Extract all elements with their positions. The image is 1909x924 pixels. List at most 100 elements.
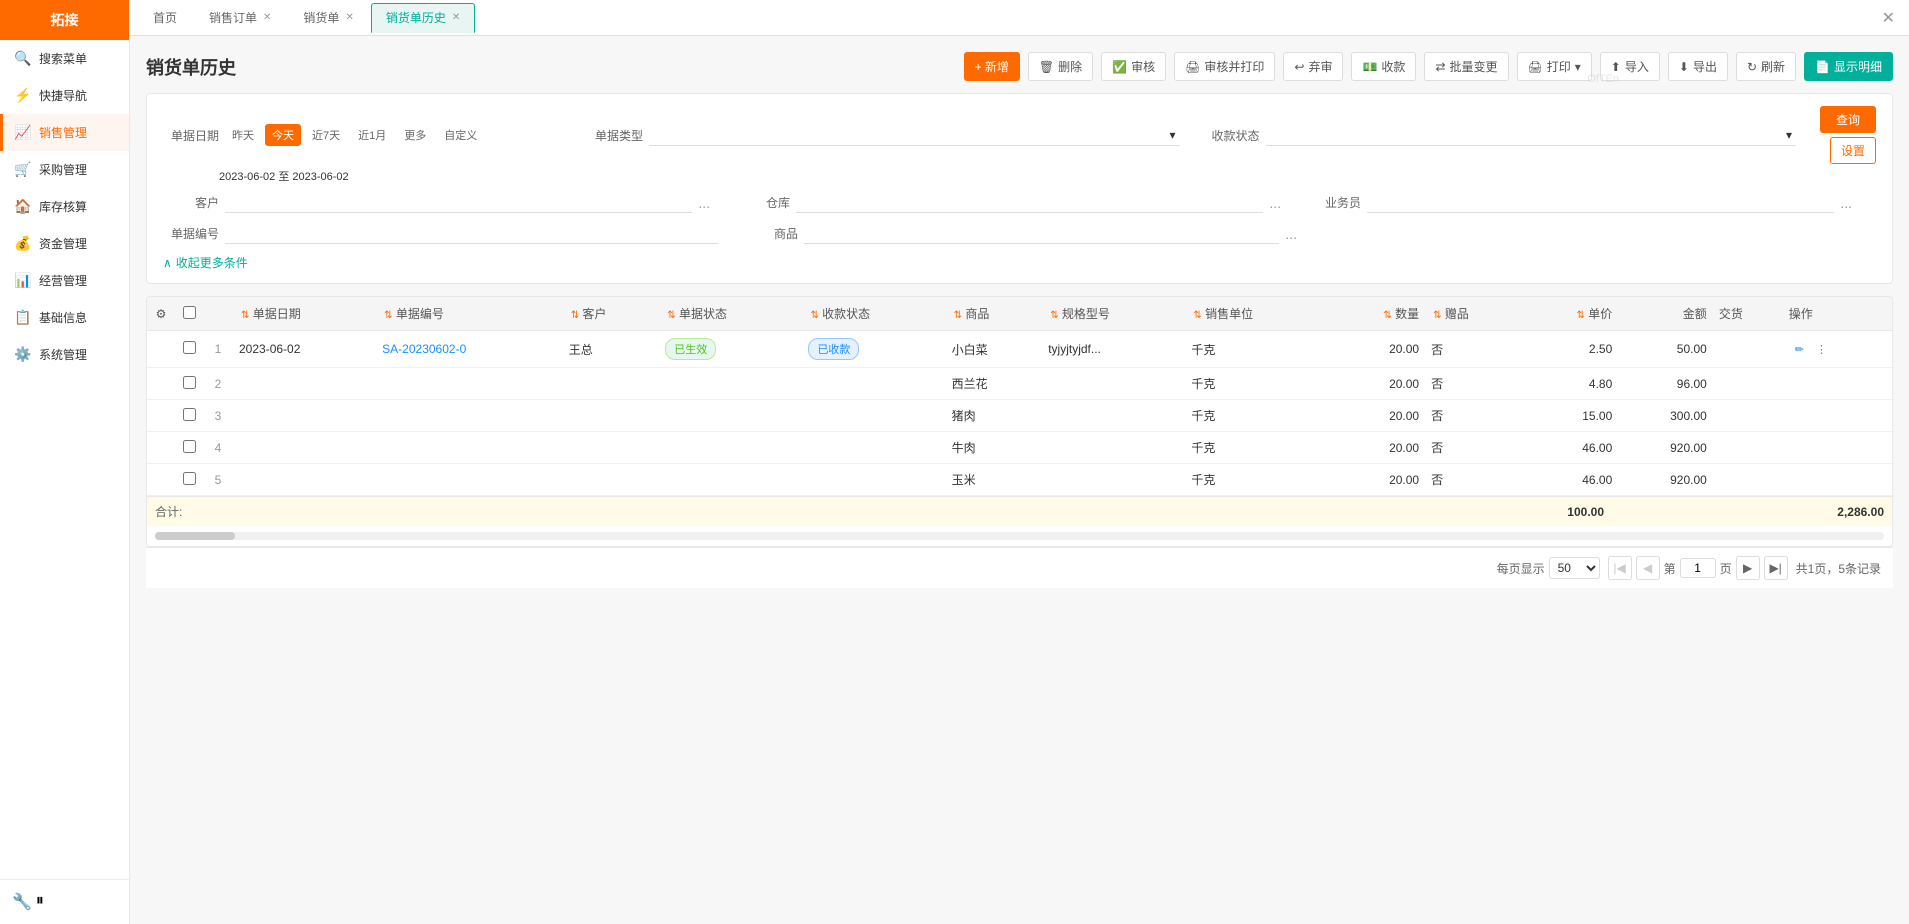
row-checkbox[interactable]: [175, 464, 203, 496]
first-page-button[interactable]: |◀: [1608, 556, 1632, 580]
col-qty[interactable]: ⇅ 数量: [1329, 297, 1426, 331]
operations-mgmt-icon: 📊: [15, 273, 31, 289]
abandon-button[interactable]: ↩ 弃审: [1283, 52, 1343, 81]
tab-delivery-history-close[interactable]: ✕: [452, 12, 460, 23]
col-gear[interactable]: ⚙: [147, 297, 175, 331]
col-trade[interactable]: 交货: [1713, 297, 1783, 331]
warehouse-dots[interactable]: ...: [1269, 195, 1281, 211]
settings-button[interactable]: 设置: [1830, 137, 1876, 164]
col-checkbox[interactable]: [175, 297, 203, 331]
tab-delivery[interactable]: 销货单 ✕: [288, 3, 368, 33]
pause-icon[interactable]: ⏸: [36, 892, 44, 912]
staff-dots[interactable]: ...: [1840, 195, 1852, 211]
action-编辑-button[interactable]: ✏: [1789, 341, 1810, 358]
row-unit: 千克: [1185, 400, 1328, 432]
col-amount[interactable]: 金额: [1618, 297, 1713, 331]
row-checkbox[interactable]: [175, 368, 203, 400]
page-size-dropdown[interactable]: 50 100 200: [1549, 557, 1600, 579]
row-doc-no[interactable]: [376, 464, 563, 496]
customer-dots[interactable]: ...: [698, 195, 710, 211]
row-checkbox[interactable]: [175, 400, 203, 432]
date-btn-7days[interactable]: 近7天: [305, 124, 347, 146]
warehouse-input[interactable]: [796, 192, 1263, 213]
sidebar-item-inventory[interactable]: 🏠 库存核算: [0, 188, 129, 225]
doc-no-input[interactable]: [225, 223, 718, 244]
tab-delivery-close[interactable]: ✕: [345, 12, 353, 23]
export-button[interactable]: ⬇ 导出: [1668, 52, 1728, 81]
row-select-checkbox[interactable]: [183, 440, 196, 453]
tab-home[interactable]: 首页: [138, 3, 192, 33]
col-unit[interactable]: ⇅ 销售单位: [1185, 297, 1328, 331]
scroll-thumb[interactable]: [155, 532, 235, 540]
print-button[interactable]: 🖨 打印 ▾: [1517, 52, 1592, 81]
goods-input[interactable]: [804, 223, 1279, 244]
query-button[interactable]: 查询: [1820, 106, 1876, 133]
table-row: 5 玉米 千克 20.00 否 46.00 920.00: [147, 464, 1892, 496]
row-doc-no[interactable]: [376, 432, 563, 464]
date-btn-today[interactable]: 今天: [265, 124, 301, 146]
collapse-button[interactable]: ∧ 收起更多条件: [163, 254, 1876, 271]
audit-button[interactable]: ✅ 审核: [1101, 52, 1166, 81]
col-collect-status[interactable]: ⇅ 收款状态: [802, 297, 945, 331]
sidebar-item-purchase-mgmt[interactable]: 🛒 采购管理: [0, 151, 129, 188]
doc-type-select[interactable]: ▾: [649, 125, 1180, 146]
next-page-button[interactable]: ▶: [1736, 556, 1760, 580]
sidebar-item-sales-mgmt[interactable]: 📈 销售管理: [0, 114, 129, 151]
window-close-icon[interactable]: ✕: [1876, 6, 1901, 30]
settings-bottom-icon[interactable]: 🔧: [12, 892, 32, 912]
col-date[interactable]: ⇅ 单据日期: [233, 297, 376, 331]
date-btn-1month[interactable]: 近1月: [351, 124, 393, 146]
staff-input[interactable]: [1367, 192, 1834, 213]
last-page-button[interactable]: ▶|: [1764, 556, 1788, 580]
filter-goods: 商品 ...: [742, 223, 1297, 244]
tab-sales-order-close[interactable]: ✕: [263, 12, 271, 23]
sidebar-item-quick-nav[interactable]: ⚡ 快捷导航: [0, 77, 129, 114]
show-detail-button[interactable]: 📄 显示明细: [1804, 52, 1893, 81]
col-doc-status[interactable]: ⇅ 单据状态: [659, 297, 802, 331]
col-customer[interactable]: ⇅ 客户: [563, 297, 660, 331]
tab-sales-order[interactable]: 销售订单 ✕: [194, 3, 286, 33]
row-select-checkbox[interactable]: [183, 341, 196, 354]
sidebar-item-basic-info[interactable]: 📋 基础信息: [0, 299, 129, 336]
tab-delivery-history[interactable]: 销货单历史 ✕: [371, 3, 475, 33]
horizontal-scrollbar[interactable]: [155, 532, 1884, 540]
row-checkbox[interactable]: [175, 331, 203, 368]
delete-button[interactable]: 🗑 删除: [1028, 52, 1093, 81]
col-spec[interactable]: ⇅ 规格型号: [1042, 297, 1185, 331]
col-price[interactable]: ⇅ 单价: [1522, 297, 1619, 331]
row-select-checkbox[interactable]: [183, 472, 196, 485]
row-checkbox[interactable]: [175, 432, 203, 464]
collect-status-select[interactable]: ▾: [1266, 125, 1797, 146]
sidebar-item-system-mgmt[interactable]: ⚙️ 系统管理: [0, 336, 129, 373]
date-btn-yesterday[interactable]: 昨天: [225, 124, 261, 146]
doc-no-link[interactable]: SA-20230602-0: [382, 342, 466, 356]
audit-print-button[interactable]: 🖨 审核并打印: [1174, 52, 1275, 81]
sidebar-item-label: 系统管理: [39, 346, 87, 363]
page-input[interactable]: [1680, 558, 1716, 578]
prev-page-button[interactable]: ◀: [1636, 556, 1660, 580]
collect-button[interactable]: 💵 收款: [1351, 52, 1416, 81]
row-doc-no[interactable]: [376, 368, 563, 400]
customer-input[interactable]: [225, 192, 692, 213]
page-nav: |◀ ◀ 第 页 ▶ ▶|: [1608, 556, 1788, 580]
sidebar-item-finance-mgmt[interactable]: 💰 资金管理: [0, 225, 129, 262]
import-button[interactable]: ⬆ 导入: [1600, 52, 1660, 81]
sidebar-item-operations-mgmt[interactable]: 📊 经营管理: [0, 262, 129, 299]
select-all-checkbox[interactable]: [183, 306, 196, 319]
date-btn-more[interactable]: 更多: [397, 124, 433, 146]
action-更多-button[interactable]: ⋮: [1810, 341, 1833, 358]
row-select-checkbox[interactable]: [183, 408, 196, 421]
col-gift[interactable]: ⇅ 赠品: [1425, 297, 1522, 331]
batch-change-button[interactable]: ⇄ 批量变更: [1424, 52, 1508, 81]
row-actions: ✏⋮: [1783, 331, 1892, 368]
refresh-button[interactable]: ↻ 刷新: [1736, 52, 1796, 81]
date-btn-custom[interactable]: 自定义: [437, 124, 484, 146]
goods-dots[interactable]: ...: [1285, 226, 1297, 242]
row-doc-no[interactable]: [376, 400, 563, 432]
sidebar-item-search-menu[interactable]: 🔍 搜索菜单: [0, 40, 129, 77]
new-button[interactable]: + 新增: [964, 52, 1020, 81]
col-doc-no[interactable]: ⇅ 单据编号: [376, 297, 563, 331]
row-select-checkbox[interactable]: [183, 376, 196, 389]
row-doc-no[interactable]: SA-20230602-0: [376, 331, 563, 368]
col-goods[interactable]: ⇅ 商品: [946, 297, 1043, 331]
